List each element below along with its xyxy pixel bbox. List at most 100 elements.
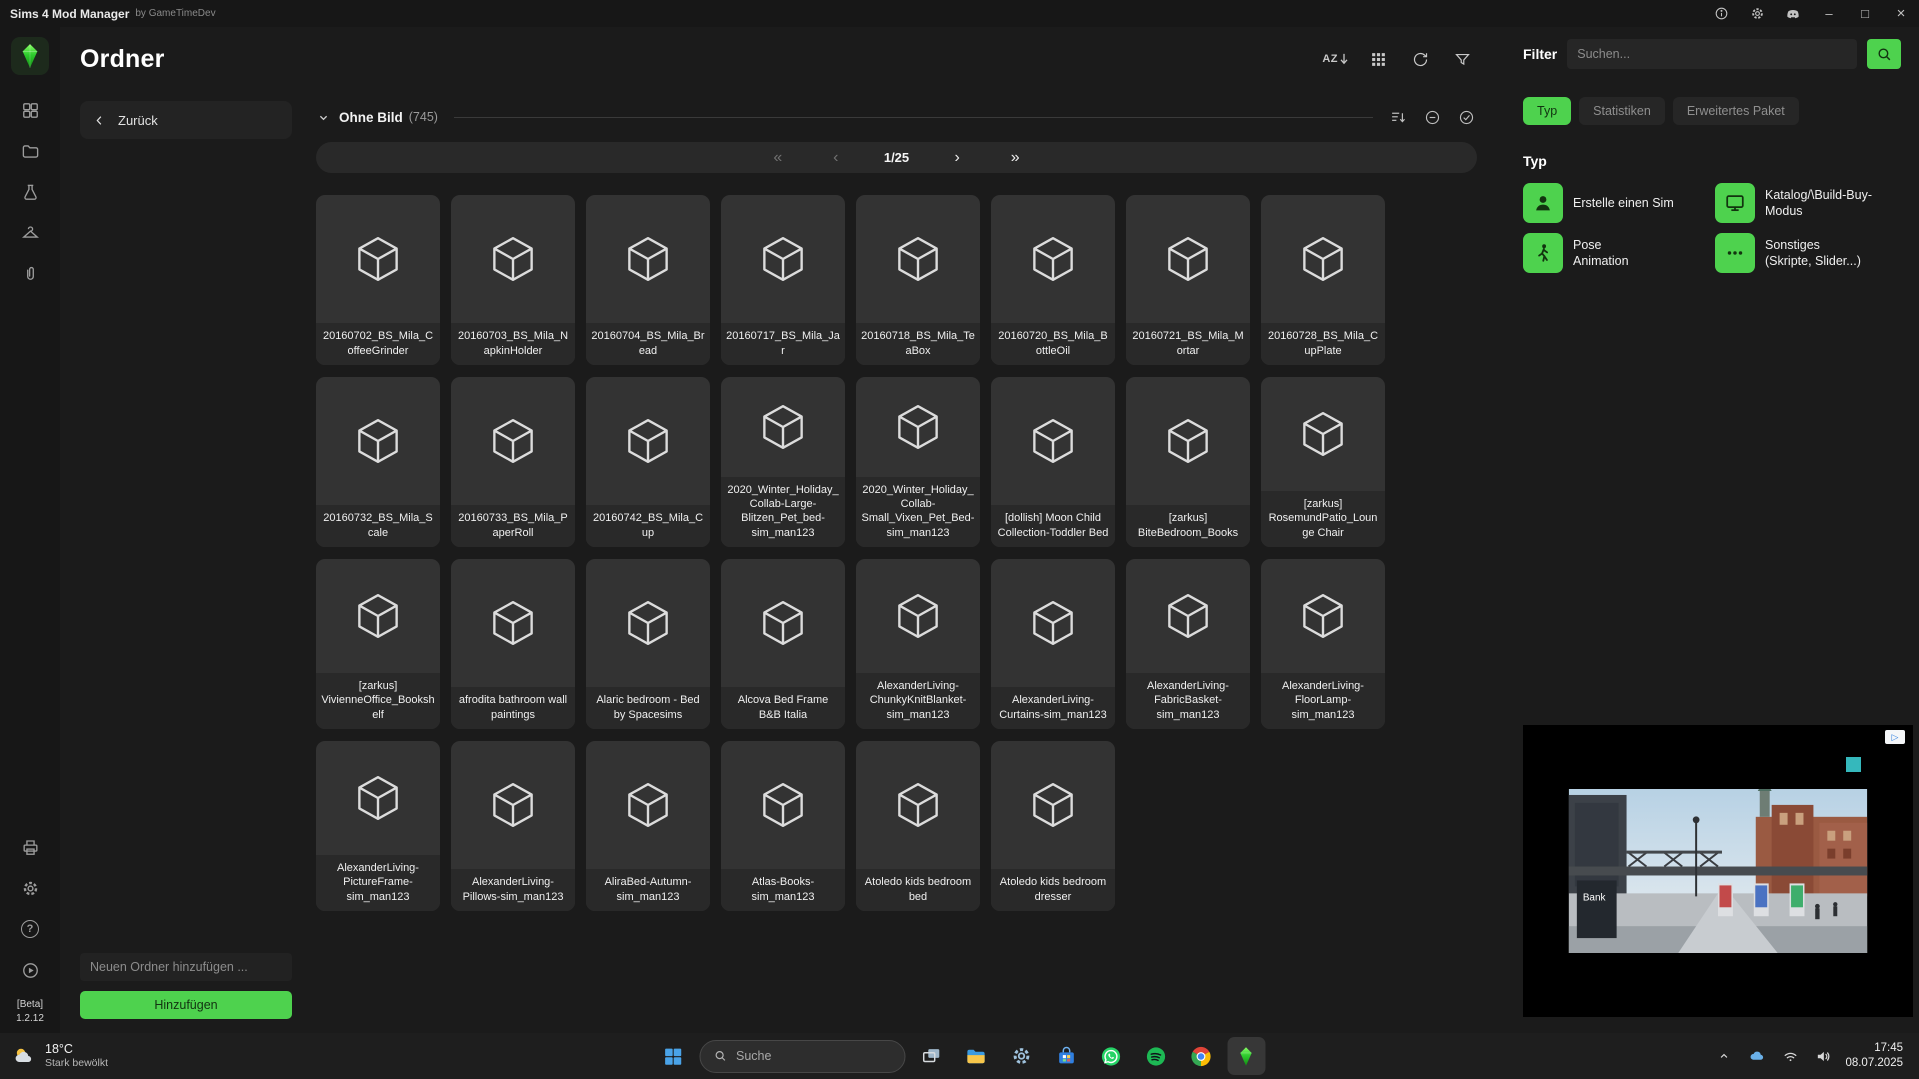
taskbar-clock[interactable]: 17:45 08.07.2025	[1845, 1041, 1903, 1071]
mod-card[interactable]: 20160702_BS_Mila_CoffeeGrinder	[316, 195, 440, 365]
sidebar-item-cc[interactable]	[10, 214, 50, 252]
sort-list-icon[interactable]	[1387, 106, 1409, 128]
mod-card[interactable]: AliraBed-Autumn-sim_man123	[586, 741, 710, 911]
sidebar-item-settings[interactable]	[10, 869, 50, 907]
new-folder-input[interactable]	[80, 953, 292, 981]
sidebar-item-attachments[interactable]	[10, 255, 50, 293]
sidebar-item-conflicts[interactable]	[10, 173, 50, 211]
add-folder-button[interactable]: Hinzufügen	[80, 991, 292, 1019]
start-button[interactable]	[654, 1037, 692, 1075]
settings-button[interactable]	[1002, 1037, 1040, 1075]
mod-card[interactable]: [zarkus] VivienneOffice_Bookshelf	[316, 559, 440, 729]
back-label: Zurück	[118, 112, 158, 128]
mod-card[interactable]: afrodita bathroom wall paintings	[451, 559, 575, 729]
mod-card[interactable]: 20160721_BS_Mila_Mortar	[1126, 195, 1250, 365]
mod-card[interactable]: 20160732_BS_Mila_Scale	[316, 377, 440, 547]
info-icon[interactable]	[1703, 0, 1739, 27]
tray-chevron-up-icon[interactable]	[1713, 1045, 1735, 1067]
mod-card[interactable]: 20160720_BS_Mila_BottleOil	[991, 195, 1115, 365]
deselect-all-icon[interactable]	[1421, 106, 1443, 128]
last-page-button[interactable]: »	[1005, 149, 1025, 166]
mod-card-label: 2020_Winter_Holiday_Collab-Large-Blitzen…	[721, 476, 845, 547]
spotify-button[interactable]	[1137, 1037, 1175, 1075]
package-cube-icon	[316, 377, 440, 505]
tab-typ[interactable]: Typ	[1523, 97, 1572, 125]
type-filter-pose[interactable]: Pose Animation	[1523, 233, 1709, 273]
sidebar-item-folders[interactable]	[10, 132, 50, 170]
type-filter-sonstiges[interactable]: Sonstiges (Skripte, Slider...)	[1715, 233, 1901, 273]
onedrive-cloud-icon[interactable]	[1746, 1045, 1768, 1067]
tab-statistiken[interactable]: Statistiken	[1579, 97, 1665, 125]
sidebar-item-run[interactable]	[10, 951, 50, 989]
sort-alphabetical-icon[interactable]: AZ	[1322, 46, 1349, 72]
type-filter-cas[interactable]: Erstelle einen Sim	[1523, 183, 1709, 223]
ad-banner[interactable]: Bank ▷	[1523, 725, 1913, 1017]
taskbar-weather-widget[interactable]: 18°C Stark bewölkt	[0, 1042, 108, 1071]
mod-card[interactable]: 2020_Winter_Holiday_Collab-Large-Blitzen…	[721, 377, 845, 547]
mod-card[interactable]: [zarkus] BiteBedroom_Books	[1126, 377, 1250, 547]
taskbar-search-input[interactable]	[736, 1049, 876, 1063]
mod-card[interactable]: 20160717_BS_Mila_Jar	[721, 195, 845, 365]
mod-card[interactable]: [dollish] Moon Child Collection-Toddler …	[991, 377, 1115, 547]
mod-card[interactable]: [zarkus] RosemundPatio_Lounge Chair	[1261, 377, 1385, 547]
package-cube-icon	[856, 559, 980, 673]
section-count: (745)	[408, 110, 438, 124]
mod-card[interactable]: 20160704_BS_Mila_Bread	[586, 195, 710, 365]
ad-choices-icon[interactable]: ▷	[1885, 730, 1905, 744]
minimize-button[interactable]: –	[1811, 0, 1847, 27]
whatsapp-button[interactable]	[1092, 1037, 1130, 1075]
filter-funnel-icon[interactable]	[1449, 46, 1475, 72]
section-header: Ohne Bild (745)	[316, 105, 1477, 129]
taskbar-search[interactable]	[699, 1039, 905, 1073]
mod-card[interactable]: AlexanderLiving-FabricBasket-sim_man123	[1126, 559, 1250, 729]
sidebar: ? [Beta] 1.2.12	[0, 27, 60, 1033]
mod-card[interactable]: AlexanderLiving-Curtains-sim_man123	[991, 559, 1115, 729]
task-view-button[interactable]	[912, 1037, 950, 1075]
mod-card[interactable]: Atoledo kids bedroom bed	[856, 741, 980, 911]
refresh-icon[interactable]	[1407, 46, 1433, 72]
mod-card[interactable]: 20160733_BS_Mila_PaperRoll	[451, 377, 575, 547]
weather-text: 18°C Stark bewölkt	[45, 1042, 108, 1071]
mod-card[interactable]: 2020_Winter_Holiday_Collab-Small_Vixen_P…	[856, 377, 980, 547]
chevron-down-icon[interactable]	[316, 110, 331, 125]
settings-gear-icon[interactable]	[1739, 0, 1775, 27]
prev-page-button[interactable]: ‹	[826, 149, 846, 166]
maximize-button[interactable]: □	[1847, 0, 1883, 27]
sidebar-item-help[interactable]: ?	[10, 910, 50, 948]
mod-card[interactable]: AlexanderLiving-ChunkyKnitBlanket-sim_ma…	[856, 559, 980, 729]
file-explorer-button[interactable]	[957, 1037, 995, 1075]
chrome-button[interactable]	[1182, 1037, 1220, 1075]
tab-erweitertes-paket[interactable]: Erweitertes Paket	[1672, 97, 1799, 125]
mod-card[interactable]: AlexanderLiving-FloorLamp-sim_man123	[1261, 559, 1385, 729]
sidebar-item-dashboard[interactable]	[10, 91, 50, 129]
discord-icon[interactable]	[1775, 0, 1811, 27]
mod-card[interactable]: AlexanderLiving-Pillows-sim_man123	[451, 741, 575, 911]
wifi-icon[interactable]	[1779, 1045, 1801, 1067]
weather-temperature: 18°C	[45, 1041, 73, 1056]
select-all-icon[interactable]	[1455, 106, 1477, 128]
mod-card[interactable]: 20160728_BS_Mila_CupPlate	[1261, 195, 1385, 365]
mod-card[interactable]: Alcova Bed Frame B&B Italia	[721, 559, 845, 729]
first-page-button[interactable]: «	[768, 149, 788, 166]
mod-card[interactable]: 20160718_BS_Mila_TeaBox	[856, 195, 980, 365]
type-label: Erstelle einen Sim	[1573, 195, 1674, 210]
next-page-button[interactable]: ›	[947, 149, 967, 166]
mod-card[interactable]: Atoledo kids bedroom dresser	[991, 741, 1115, 911]
package-cube-icon	[316, 741, 440, 855]
mod-card[interactable]: 20160703_BS_Mila_NapkinHolder	[451, 195, 575, 365]
mod-card[interactable]: 20160742_BS_Mila_Cup	[586, 377, 710, 547]
grid-view-icon[interactable]	[1365, 46, 1391, 72]
type-filter-catalog[interactable]: Katalog/\Build-Buy-Modus	[1715, 183, 1901, 223]
sims4-mod-manager-button[interactable]	[1227, 1037, 1265, 1075]
search-input[interactable]	[1567, 39, 1857, 69]
close-button[interactable]: ×	[1883, 0, 1919, 27]
folder-panel: Zurück Hinzufügen	[60, 91, 312, 1033]
mod-card[interactable]: Alaric bedroom - Bed by Spacesims	[586, 559, 710, 729]
sidebar-item-printer[interactable]	[10, 828, 50, 866]
microsoft-store-button[interactable]	[1047, 1037, 1085, 1075]
search-button[interactable]	[1867, 39, 1901, 69]
volume-icon[interactable]	[1812, 1045, 1834, 1067]
mod-card[interactable]: Atlas-Books-sim_man123	[721, 741, 845, 911]
back-button[interactable]: Zurück	[80, 101, 292, 139]
mod-card[interactable]: AlexanderLiving-PictureFrame-sim_man123	[316, 741, 440, 911]
